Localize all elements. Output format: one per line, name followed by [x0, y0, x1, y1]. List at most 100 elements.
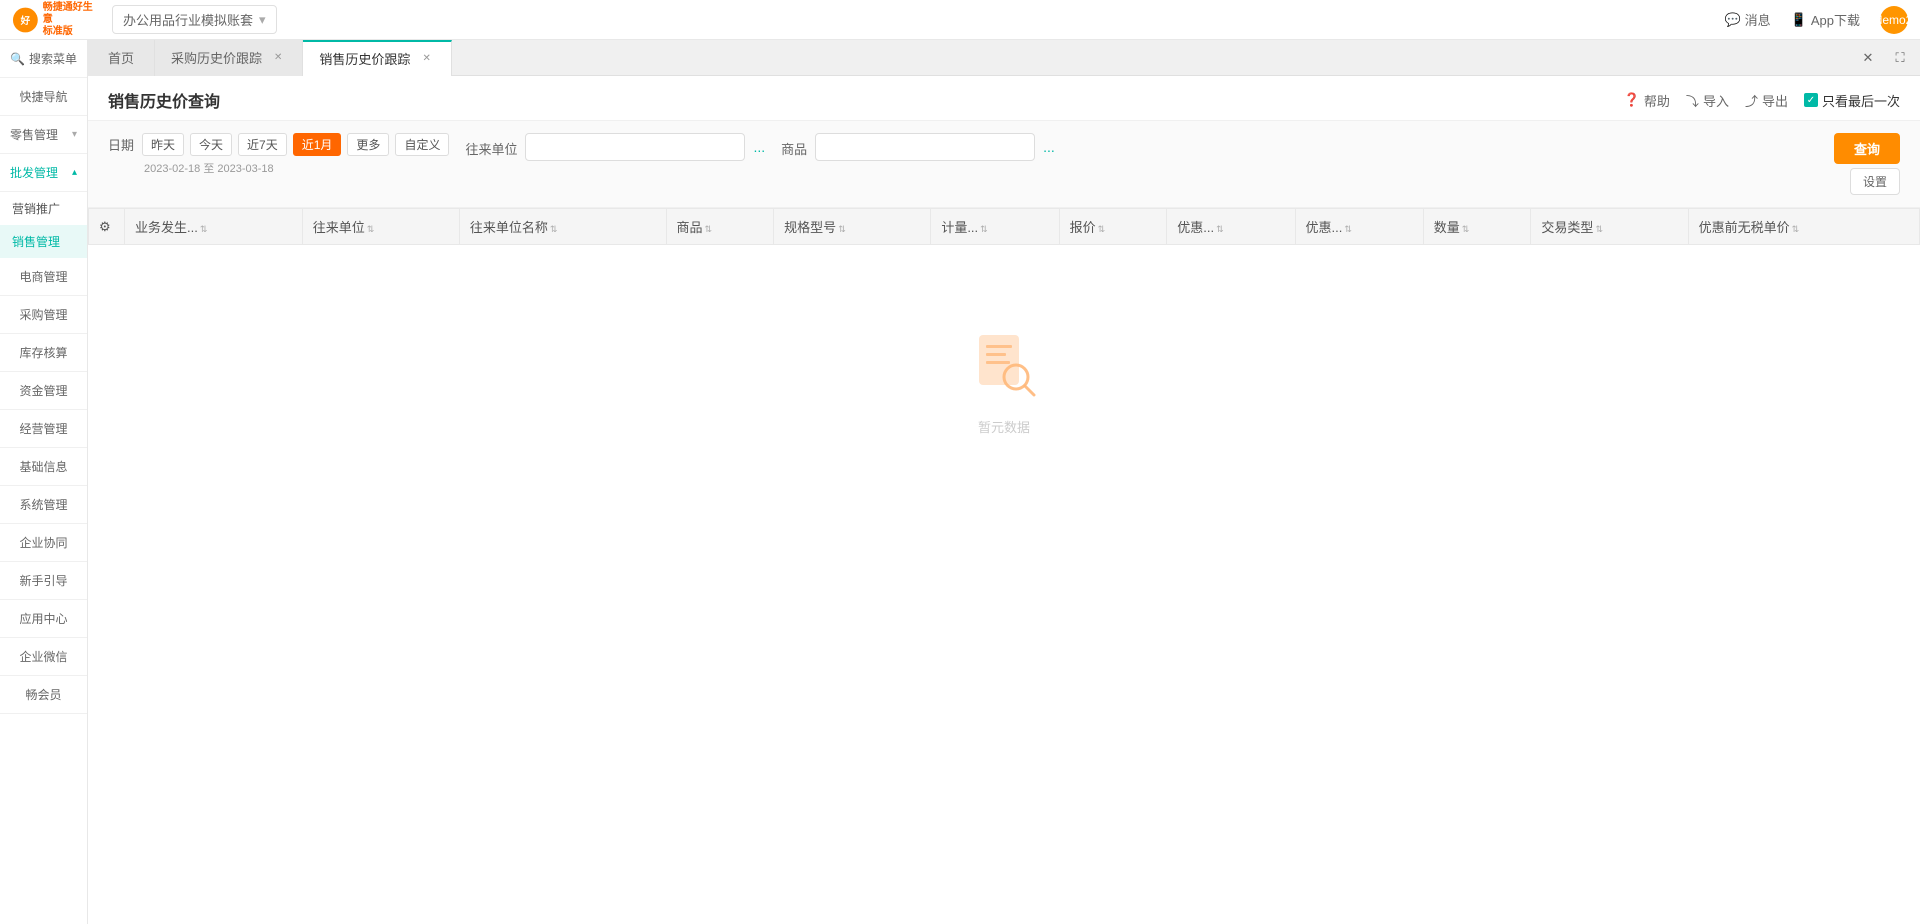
empty-text: 暂元数据 [978, 417, 1030, 436]
unit-dots-button[interactable]: ... [753, 139, 765, 155]
page-title-bar: 销售历史价查询 ❓ 帮助 ⤵ 导入 ⤴ 导出 ✓ [88, 76, 1920, 121]
goods-dots-button[interactable]: ... [1043, 139, 1055, 155]
checkbox-checked-icon: ✓ [1804, 93, 1818, 107]
date-btn-custom[interactable]: 自定义 [395, 133, 449, 156]
unit-label: 往来单位 [465, 137, 517, 158]
tab-close-purchase[interactable]: ✕ [270, 50, 286, 65]
table-col-trade-type[interactable]: 交易类型⇅ [1531, 209, 1688, 245]
import-button[interactable]: ⤵ 导入 [1686, 91, 1729, 110]
table-col-quote[interactable]: 报价⇅ [1059, 209, 1167, 245]
table-col-business-date[interactable]: 业务发生...⇅ [125, 209, 303, 245]
date-btn-today[interactable]: 今天 [190, 133, 232, 156]
app-selector-label: 办公用品行业模拟账套 [123, 10, 253, 29]
sidebar-item-app-center[interactable]: 应用中心 [0, 600, 87, 638]
chevron-down-icon: ▾ [259, 12, 266, 28]
date-btn-1month[interactable]: 近1月 [293, 133, 342, 156]
chevron-down-icon: ▾ [72, 129, 77, 140]
goods-label: 商品 [781, 137, 807, 158]
date-btn-yesterday[interactable]: 昨天 [142, 133, 184, 156]
help-button[interactable]: ❓ 帮助 [1624, 91, 1670, 110]
filter-bar: 日期 昨天 今天 近7天 近1月 更多 自定义 2023-02-18 至 202… [88, 121, 1920, 208]
only-last-checkbox[interactable]: ✓ 只看最后一次 [1804, 91, 1900, 110]
date-buttons: 昨天 今天 近7天 近1月 更多 自定义 [142, 133, 449, 156]
table-container: ⚙ 业务发生...⇅ 往来单位⇅ 往来单位名称⇅ [88, 208, 1920, 516]
goods-filter-group: 商品 ... [781, 133, 1055, 161]
tab-purchase-history[interactable]: 采购历史价跟踪 ✕ [155, 40, 303, 76]
user-area[interactable]: demo2 [1880, 6, 1908, 34]
main-layout: 🔍 搜索菜单 快捷导航 零售管理 ▾ 批发管理 ▴ 营销推广 销售管理 电商管理… [0, 40, 1920, 924]
unit-input[interactable] [525, 133, 745, 161]
table-col-unit[interactable]: 往来单位⇅ [302, 209, 459, 245]
chevron-up-icon: ▴ [72, 167, 77, 178]
unit-filter-group: 往来单位 ... [465, 133, 765, 161]
content-area: 首页 采购历史价跟踪 ✕ 销售历史价跟踪 ✕ ✕ ⛶ 销售历史价查询 [88, 40, 1920, 924]
tab-close-all-button[interactable]: ✕ [1856, 46, 1880, 70]
sidebar-item-system[interactable]: 系统管理 [0, 486, 87, 524]
sidebar-item-wholesale[interactable]: 批发管理 ▴ [0, 154, 87, 192]
sidebar-item-finance[interactable]: 资金管理 [0, 372, 87, 410]
sidebar-item-wechat[interactable]: 企业微信 [0, 638, 87, 676]
table-col-unit-measure[interactable]: 计量...⇅ [931, 209, 1059, 245]
table-col-quantity[interactable]: 数量⇅ [1423, 209, 1531, 245]
sidebar: 🔍 搜索菜单 快捷导航 零售管理 ▾ 批发管理 ▴ 营销推广 销售管理 电商管理… [0, 40, 88, 924]
goods-input[interactable] [815, 133, 1035, 161]
tab-bar-actions: ✕ ⛶ [1856, 46, 1920, 70]
sidebar-item-member[interactable]: 畅会员 [0, 676, 87, 714]
date-filter-group: 日期 昨天 今天 近7天 近1月 更多 自定义 2023-02-18 至 202… [108, 133, 449, 176]
app-selector[interactable]: 办公用品行业模拟账套 ▾ [112, 5, 277, 34]
sidebar-item-marketing[interactable]: 营销推广 [0, 192, 87, 225]
avatar: demo2 [1880, 6, 1908, 34]
tab-sales-history[interactable]: 销售历史价跟踪 ✕ [303, 40, 451, 76]
sidebar-item-search[interactable]: 🔍 搜索菜单 [0, 40, 87, 78]
date-btn-7days[interactable]: 近7天 [238, 133, 287, 156]
filter-right-group: 查询 设置 [1834, 133, 1900, 195]
sidebar-item-inventory[interactable]: 库存核算 [0, 334, 87, 372]
sidebar-item-cooperation[interactable]: 企业协同 [0, 524, 87, 562]
tab-maximize-button[interactable]: ⛶ [1888, 46, 1912, 70]
tab-bar: 首页 采购历史价跟踪 ✕ 销售历史价跟踪 ✕ ✕ ⛶ [88, 40, 1920, 76]
logo-text: 畅捷通好生意 标准版 [43, 2, 100, 38]
download-icon: 📱 [1791, 12, 1807, 28]
table-col-pretax-price[interactable]: 优惠前无税单价⇅ [1688, 209, 1919, 245]
setting-button[interactable]: 设置 [1850, 168, 1900, 195]
import-icon: ⤵ [1686, 91, 1699, 110]
table-header: ⚙ 业务发生...⇅ 往来单位⇅ 往来单位名称⇅ [89, 209, 1920, 245]
export-button[interactable]: ⤴ 导出 [1745, 91, 1788, 110]
message-icon: 💬 [1724, 12, 1740, 28]
date-range-text: 2023-02-18 至 2023-03-18 [142, 160, 449, 176]
page-content: 销售历史价查询 ❓ 帮助 ⤵ 导入 ⤴ 导出 ✓ [88, 76, 1920, 924]
help-icon: ❓ [1624, 92, 1640, 108]
sidebar-item-ecommerce[interactable]: 电商管理 [0, 258, 87, 296]
tab-close-sales[interactable]: ✕ [418, 51, 434, 66]
message-button[interactable]: 💬 消息 [1724, 10, 1770, 29]
svg-text:好: 好 [20, 14, 31, 26]
page-title: 销售历史价查询 [108, 88, 220, 112]
sidebar-item-purchase[interactable]: 采购管理 [0, 296, 87, 334]
sidebar-item-base-info[interactable]: 基础信息 [0, 448, 87, 486]
table-col-spec[interactable]: 规格型号⇅ [774, 209, 931, 245]
table-col-gear[interactable]: ⚙ [89, 209, 125, 245]
table-col-discount1[interactable]: 优惠...⇅ [1167, 209, 1295, 245]
tab-home[interactable]: 首页 [88, 40, 155, 76]
date-controls: 昨天 今天 近7天 近1月 更多 自定义 2023-02-18 至 2023-0… [142, 133, 449, 176]
logo-icon: 好 [12, 6, 39, 34]
app-download-button[interactable]: 📱 App下载 [1791, 10, 1860, 29]
query-button[interactable]: 查询 [1834, 133, 1900, 164]
table-col-unit-name[interactable]: 往来单位名称⇅ [459, 209, 666, 245]
sidebar-item-retail[interactable]: 零售管理 ▾ [0, 116, 87, 154]
date-btn-more[interactable]: 更多 [347, 133, 389, 156]
sidebar-item-operations[interactable]: 经营管理 [0, 410, 87, 448]
search-icon: 🔍 [10, 52, 25, 66]
sidebar-item-quicknav[interactable]: 快捷导航 [0, 78, 87, 116]
gear-icon: ⚙ [99, 219, 111, 234]
table-col-goods[interactable]: 商品⇅ [666, 209, 774, 245]
logo-area: 好 畅捷通好生意 标准版 [12, 2, 100, 38]
empty-icon [964, 325, 1044, 405]
data-table: ⚙ 业务发生...⇅ 往来单位⇅ 往来单位名称⇅ [88, 208, 1920, 245]
date-label: 日期 [108, 133, 134, 154]
sidebar-item-sales[interactable]: 销售管理 [0, 225, 87, 258]
table-col-discount2[interactable]: 优惠...⇅ [1295, 209, 1423, 245]
sidebar-item-guide[interactable]: 新手引导 [0, 562, 87, 600]
top-header: 好 畅捷通好生意 标准版 办公用品行业模拟账套 ▾ 💬 消息 📱 App下载 d… [0, 0, 1920, 40]
empty-state: 暂元数据 [88, 245, 1920, 516]
